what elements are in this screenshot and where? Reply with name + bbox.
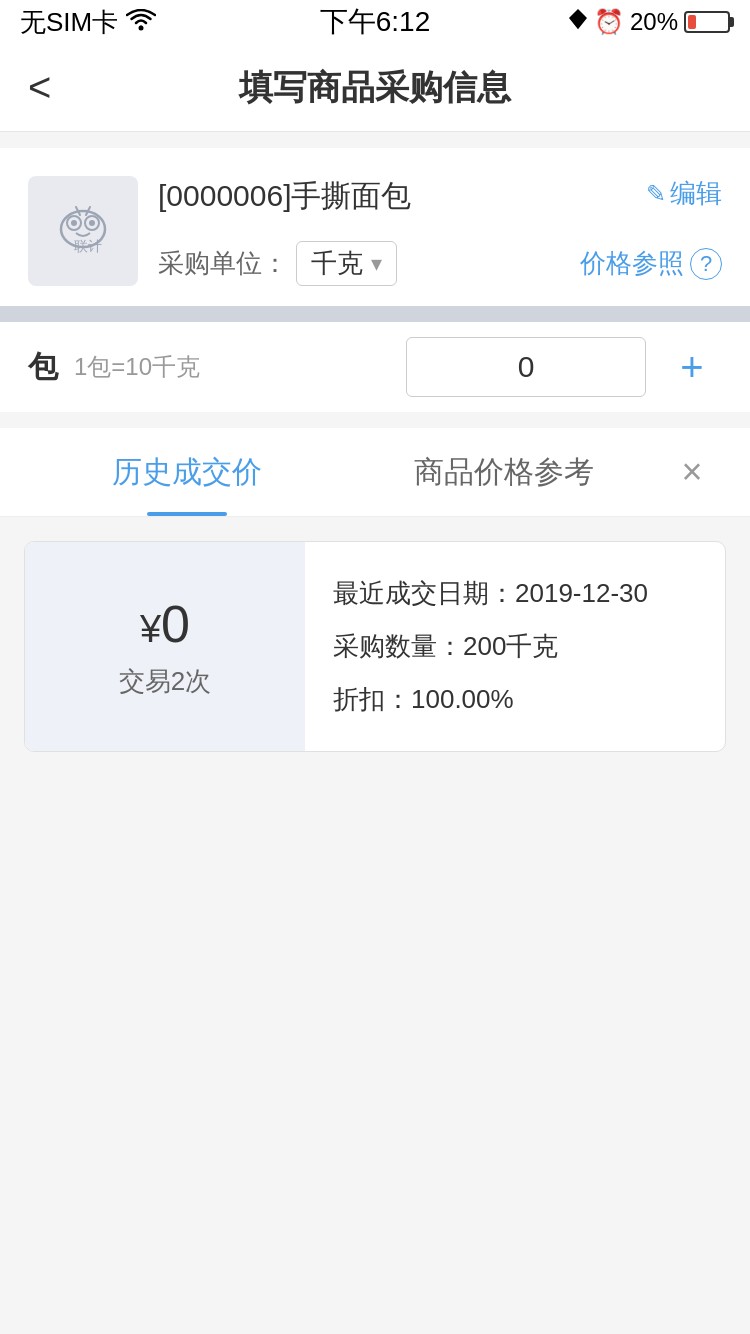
status-left: 无SIM卡 xyxy=(20,5,156,40)
quantity-input[interactable]: 0 xyxy=(406,337,646,397)
tab-active-indicator xyxy=(147,512,227,516)
help-icon: ? xyxy=(690,248,722,280)
product-logo-icon: 联计 xyxy=(48,199,118,264)
currency-symbol: ¥ xyxy=(140,608,161,650)
product-name: [0000006]手撕面包 xyxy=(158,176,411,217)
price-card: ¥0 交易2次 最近成交日期：2019-12-30 采购数量：200千克 折扣：… xyxy=(24,541,726,752)
quantity-value: 0 xyxy=(518,350,535,384)
carrier-text: 无SIM卡 xyxy=(20,5,118,40)
alarm-icon: ⏰ xyxy=(594,8,624,36)
quantity-plus-button[interactable]: + xyxy=(662,337,722,397)
tab-close-button[interactable]: × xyxy=(662,442,722,502)
svg-point-4 xyxy=(71,220,77,226)
tab-history-price[interactable]: 历史成交价 xyxy=(28,428,345,516)
purchase-qty-row: 采购数量：200千克 xyxy=(333,627,697,666)
section-divider xyxy=(0,306,750,322)
tabs-header: 历史成交价 商品价格参考 × xyxy=(0,428,750,516)
status-right: ⏰ 20% xyxy=(568,8,730,36)
tabs-container: 历史成交价 商品价格参考 × xyxy=(0,428,750,517)
quantity-unit-note: 1包=10千克 xyxy=(74,351,390,383)
product-info: [0000006]手撕面包 ✎ 编辑 采购单位： 千克 ▾ 价格参照 ? xyxy=(158,176,722,286)
svg-point-5 xyxy=(89,220,95,226)
discount-row: 折扣：100.00% xyxy=(333,680,697,719)
tab-history-label: 历史成交价 xyxy=(112,452,262,493)
page-title: 填写商品采购信息 xyxy=(239,65,511,111)
trade-count: 交易2次 xyxy=(119,664,211,699)
nav-bar: < 填写商品采购信息 xyxy=(0,44,750,132)
recent-date-row: 最近成交日期：2019-12-30 xyxy=(333,574,697,613)
chevron-down-icon: ▾ xyxy=(371,251,382,277)
price-card-right: 最近成交日期：2019-12-30 采购数量：200千克 折扣：100.00% xyxy=(305,542,725,751)
edit-icon: ✎ xyxy=(646,180,666,208)
price-ref-button[interactable]: 价格参照 ? xyxy=(580,246,722,281)
tab-price-ref-label: 商品价格参考 xyxy=(414,452,594,493)
battery-icon xyxy=(684,11,730,33)
quantity-unit-badge: 包 xyxy=(28,347,58,388)
product-card: 联计 [0000006]手撕面包 ✎ 编辑 采购单位： 千克 ▾ 价格参照 xyxy=(0,148,750,306)
page-background xyxy=(0,752,750,1334)
price-card-left: ¥0 交易2次 xyxy=(25,542,305,751)
svg-point-0 xyxy=(139,25,144,30)
tab-price-reference[interactable]: 商品价格参考 xyxy=(345,428,662,516)
svg-text:联计: 联计 xyxy=(74,238,102,254)
unit-value: 千克 xyxy=(311,246,363,281)
price-value: 0 xyxy=(161,595,190,653)
status-bar: 无SIM卡 下午6:12 ⏰ 20% xyxy=(0,0,750,44)
back-button[interactable]: < xyxy=(28,65,51,110)
location-icon xyxy=(568,8,588,36)
product-image: 联计 xyxy=(28,176,138,286)
edit-button[interactable]: ✎ 编辑 xyxy=(646,176,722,211)
status-time: 下午6:12 xyxy=(320,3,431,41)
quantity-row: 包 1包=10千克 0 + xyxy=(0,322,750,412)
price-amount: ¥0 xyxy=(140,594,190,654)
wifi-icon xyxy=(126,7,156,38)
battery-percent: 20% xyxy=(630,8,678,36)
price-ref-label: 价格参照 xyxy=(580,246,684,281)
unit-select[interactable]: 千克 ▾ xyxy=(296,241,397,286)
unit-label: 采购单位： xyxy=(158,246,288,281)
